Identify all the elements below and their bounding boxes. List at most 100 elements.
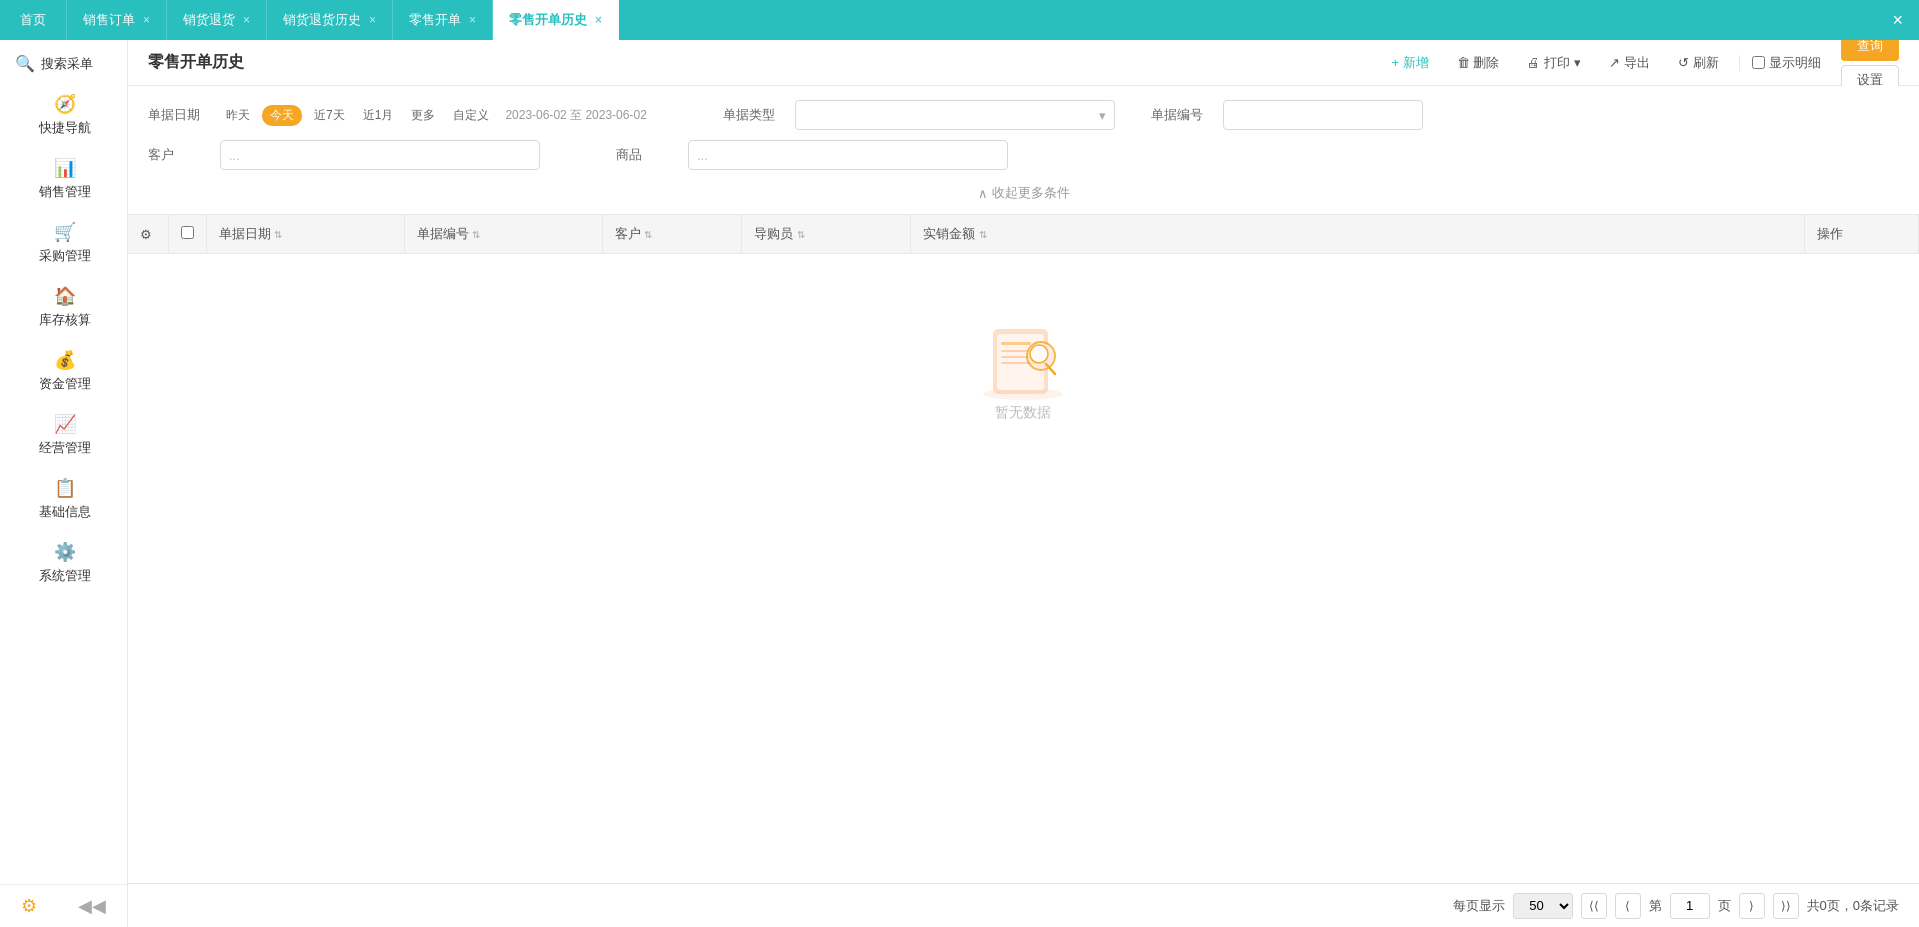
sidebar-search[interactable]: 🔍 搜索采单 [0,44,127,83]
display-detail-input[interactable] [1752,56,1765,69]
th-settings[interactable]: ⚙ [128,215,168,254]
svg-rect-3 [1001,342,1031,345]
display-detail-checkbox[interactable]: 显示明细 [1752,54,1821,72]
settings-icon[interactable]: ⚙ [140,227,152,242]
goods-filter-label: 商品 [616,146,672,164]
nav-icon: 🧭 [54,93,76,115]
sidebar-item-system[interactable]: ⚙️ 系统管理 [0,531,127,595]
type-filter-label: 单据类型 [723,106,779,124]
goods-input[interactable]: ... [688,140,1008,170]
operation-icon: 📈 [54,413,76,435]
tab-retail[interactable]: 零售开单 × [393,0,493,40]
first-page-btn[interactable]: ⟨⟨ [1581,893,1607,919]
settings-bottom-icon[interactable]: ⚙ [21,895,37,917]
sort-guide-icon: ⇅ [797,229,805,240]
tab-return-history[interactable]: 销货退货历史 × [267,0,393,40]
tab-return[interactable]: 销货退货 × [167,0,267,40]
page-title: 零售开单历史 [148,52,244,73]
tab-close-icon[interactable]: × [243,13,250,27]
date-buttons: 昨天 今天 近7天 近1月 更多 自定义 2023-06-02 至 2023-0… [220,105,647,126]
sidebar: 🔍 搜索采单 🧭 快捷导航 📊 销售管理 🛒 采购管理 🏠 库存核算 💰 资金管… [0,40,128,927]
sales-icon: 📊 [54,157,76,179]
custom-btn[interactable]: 自定义 [447,105,495,126]
per-page-label: 每页显示 [1453,897,1505,915]
per-page-select[interactable]: 50 100 200 [1513,893,1573,919]
finance-icon: 💰 [54,349,76,371]
print-icon: 🖨 [1527,55,1540,70]
chevron-up-icon: ∧ [978,186,988,201]
page-input[interactable] [1670,893,1710,919]
delete-button[interactable]: 🗑 删除 [1449,50,1508,76]
sort-date-icon: ⇅ [274,229,282,240]
th-customer[interactable]: 客户 ⇅ [602,215,742,254]
sidebar-item-sales[interactable]: 📊 销售管理 [0,147,127,211]
next-page-btn[interactable]: ⟩ [1739,893,1765,919]
sidebar-item-purchase[interactable]: 🛒 采购管理 [0,211,127,275]
inventory-icon: 🏠 [54,285,76,307]
toolbar: 零售开单历史 + 新增 🗑 删除 🖨 🖨 打印 打印 ▾ ↗ 导出 ↺ 刷新 [128,40,1919,86]
customer-input[interactable]: ... [220,140,540,170]
chevron-down-icon: ▾ [1099,108,1106,123]
refresh-icon: ↺ [1678,55,1689,70]
empty-illustration [973,314,1073,404]
number-input[interactable] [1223,100,1423,130]
yesterday-btn[interactable]: 昨天 [220,105,256,126]
tab-home[interactable]: 首页 [0,0,67,40]
sidebar-item-basic[interactable]: 📋 基础信息 [0,467,127,531]
filter-row-1: 单据日期 昨天 今天 近7天 近1月 更多 自定义 2023-06-02 至 2… [148,100,1899,130]
tab-sales-order[interactable]: 销售订单 × [67,0,167,40]
today-btn[interactable]: 今天 [262,105,302,126]
tab-close-icon[interactable]: × [469,13,476,27]
main-layout: 🔍 搜索采单 🧭 快捷导航 📊 销售管理 🛒 采购管理 🏠 库存核算 💰 资金管… [0,40,1919,927]
sidebar-item-finance[interactable]: 💰 资金管理 [0,339,127,403]
sort-customer-icon: ⇅ [644,229,652,240]
last-page-btn[interactable]: ⟩⟩ [1773,893,1799,919]
filter-area: 单据日期 昨天 今天 近7天 近1月 更多 自定义 2023-06-02 至 2… [128,86,1919,215]
prev-page-btn[interactable]: ⟨ [1615,893,1641,919]
sort-number-icon: ⇅ [472,229,480,240]
data-table: ⚙ 单据日期 ⇅ 单据编号 ⇅ [128,215,1919,462]
add-button[interactable]: + 新增 [1384,50,1437,76]
sidebar-item-inventory[interactable]: 🏠 库存核算 [0,275,127,339]
select-all-checkbox[interactable] [181,226,194,239]
more-btn[interactable]: 更多 [405,105,441,126]
print-button[interactable]: 🖨 🖨 打印 打印 ▾ [1519,50,1589,76]
th-number[interactable]: 单据编号 ⇅ [404,215,602,254]
collapse-filter-btn[interactable]: ∧ 收起更多条件 [148,180,1899,206]
basic-icon: 📋 [54,477,76,499]
th-date[interactable]: 单据日期 ⇅ [206,215,404,254]
tab-retail-history[interactable]: 零售开单历史 × [493,0,619,40]
tab-close-icon[interactable]: × [143,13,150,27]
filter-row-2: 客户 ... 商品 ... [148,140,1899,170]
type-select[interactable]: ▾ [795,100,1115,130]
divider [1739,55,1740,71]
tab-close-icon[interactable]: × [595,13,602,27]
collapse-sidebar-icon[interactable]: ◀◀ [78,895,106,917]
query-button[interactable]: 查询 [1841,40,1899,61]
th-action: 操作 [1805,215,1919,254]
th-checkbox[interactable] [168,215,206,254]
export-button[interactable]: ↗ 导出 [1601,50,1658,76]
window-close-icon[interactable]: × [1892,10,1903,31]
sidebar-item-operation[interactable]: 📈 经营管理 [0,403,127,467]
customer-ellipsis: ... [229,148,240,163]
svg-point-10 [1033,348,1039,354]
table-area: ⚙ 单据日期 ⇅ 单据编号 ⇅ [128,215,1919,883]
customer-filter-label: 客户 [148,146,204,164]
sort-amount-icon: ⇅ [979,229,987,240]
date-filter-label: 单据日期 [148,106,204,124]
total-label: 共0页，0条记录 [1807,897,1899,915]
tab-close-icon[interactable]: × [369,13,376,27]
page-label: 第 [1649,897,1662,915]
sidebar-item-nav[interactable]: 🧭 快捷导航 [0,83,127,147]
goods-ellipsis: ... [697,148,708,163]
system-icon: ⚙️ [54,541,76,563]
empty-row: 暂无数据 [128,254,1919,463]
refresh-button[interactable]: ↺ 刷新 [1670,50,1727,76]
last7-btn[interactable]: 近7天 [308,105,351,126]
empty-text: 暂无数据 [995,404,1051,422]
svg-point-8 [1030,345,1048,363]
last-month-btn[interactable]: 近1月 [357,105,400,126]
th-guide[interactable]: 导购员 ⇅ [742,215,911,254]
th-amount[interactable]: 实销金额 ⇅ [911,215,1805,254]
